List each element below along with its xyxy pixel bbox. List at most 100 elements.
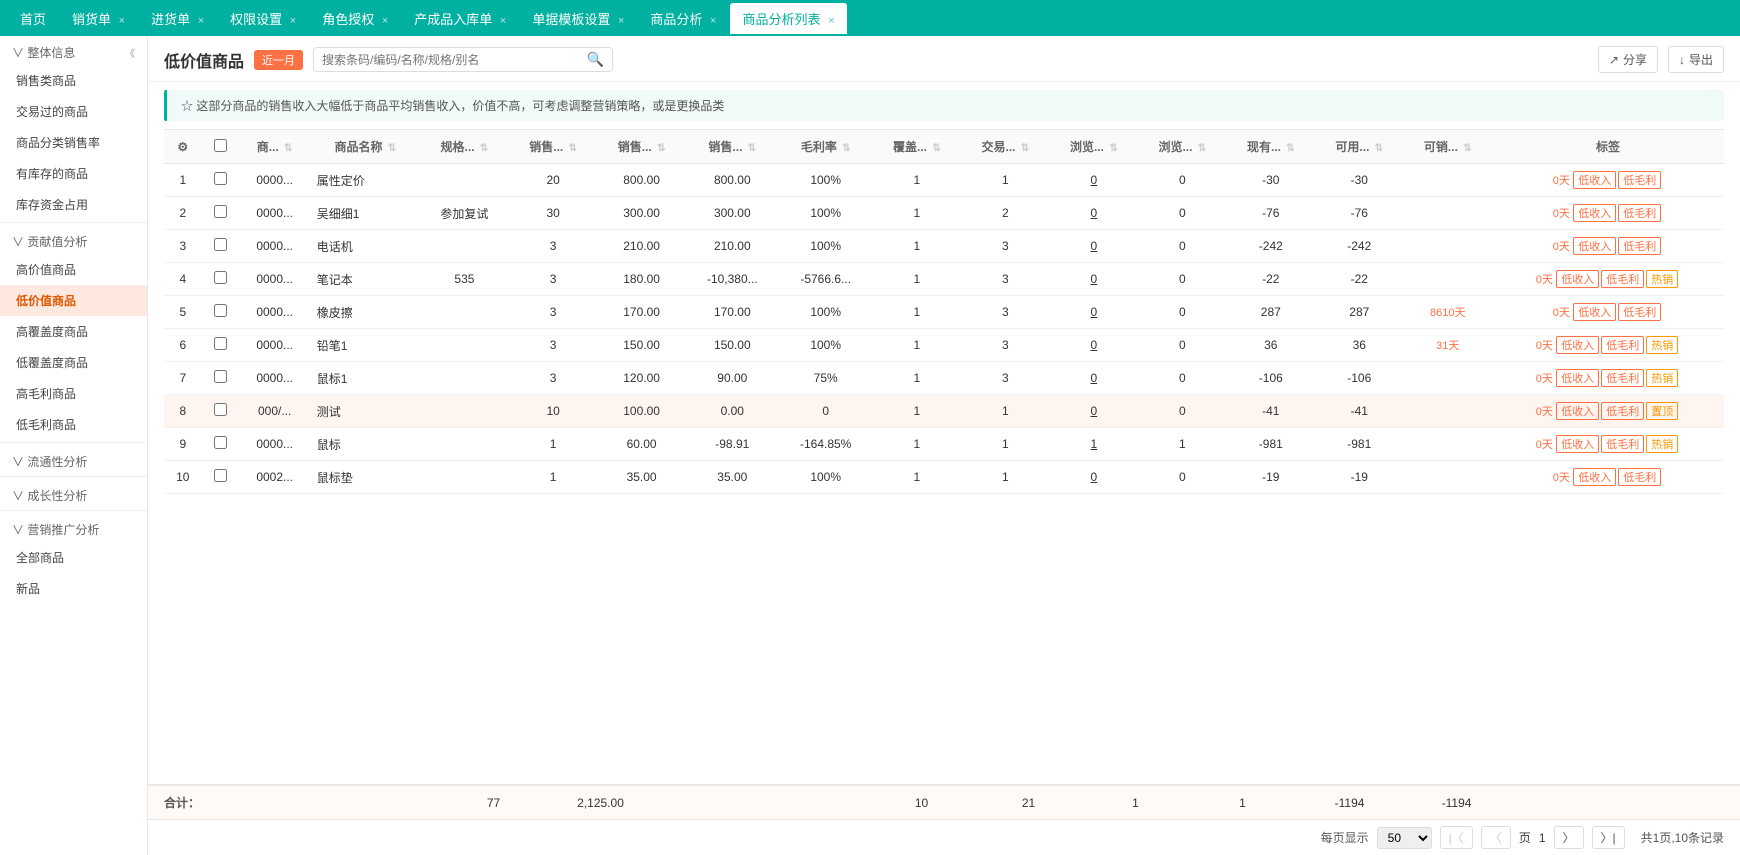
sidebar-item-low-coverage[interactable]: 低覆盖度商品 bbox=[0, 347, 147, 378]
nav-item-analysis[interactable]: 商品分析 × bbox=[638, 3, 728, 34]
sales1-column-header[interactable]: 销售... ⇅ bbox=[509, 130, 597, 164]
row-checkbox-cell[interactable] bbox=[202, 296, 239, 329]
sidebar-item-sales-goods[interactable]: 销售类商品 bbox=[0, 65, 147, 96]
row-checkbox[interactable] bbox=[214, 337, 227, 350]
close-icon[interactable]: × bbox=[290, 15, 296, 27]
first-page-button[interactable]: |〈 bbox=[1440, 826, 1473, 849]
row-coverage: 1 bbox=[873, 395, 961, 428]
close-icon[interactable]: × bbox=[710, 15, 716, 27]
summary-s3 bbox=[654, 796, 761, 810]
row-checkbox[interactable] bbox=[214, 238, 227, 251]
row-checkbox[interactable] bbox=[214, 403, 227, 416]
sidebar-item-in-stock[interactable]: 有库存的商品 bbox=[0, 158, 147, 189]
row-checkbox[interactable] bbox=[214, 205, 227, 218]
row-checkbox[interactable] bbox=[214, 271, 227, 284]
sidebar-item-capital[interactable]: 库存资金占用 bbox=[0, 189, 147, 220]
coverage-column-header[interactable]: 覆盖... ⇅ bbox=[873, 130, 961, 164]
export-button[interactable]: ↓ 导出 bbox=[1668, 46, 1724, 73]
nav-item-home[interactable]: 首页 bbox=[8, 3, 58, 34]
search-icon[interactable]: 🔍 bbox=[587, 51, 604, 68]
sidebar-item-traded[interactable]: 交易过的商品 bbox=[0, 96, 147, 127]
browse2-column-header[interactable]: 浏览... ⇅ bbox=[1138, 130, 1226, 164]
row-checkbox[interactable] bbox=[214, 469, 227, 482]
page-size-select[interactable]: 50 100 200 bbox=[1377, 827, 1432, 849]
prev-page-button[interactable]: 〈 bbox=[1481, 826, 1511, 849]
close-icon[interactable]: × bbox=[828, 15, 834, 27]
browse1-column-header[interactable]: 浏览... ⇅ bbox=[1050, 130, 1138, 164]
row-margin: 0 bbox=[779, 395, 873, 428]
row-browse1[interactable]: 0 bbox=[1050, 230, 1138, 263]
next-page-button[interactable]: 〉 bbox=[1554, 826, 1584, 849]
close-icon[interactable]: × bbox=[119, 15, 125, 27]
row-checkbox-cell[interactable] bbox=[202, 197, 239, 230]
row-checkbox[interactable] bbox=[214, 304, 227, 317]
row-browse1[interactable]: 0 bbox=[1050, 329, 1138, 362]
sidebar-item-category-rate[interactable]: 商品分类销售率 bbox=[0, 127, 147, 158]
collapse-icon[interactable]: 《 bbox=[125, 45, 135, 60]
stock-column-header[interactable]: 现有... ⇅ bbox=[1227, 130, 1315, 164]
time-filter-button[interactable]: 近一月 bbox=[254, 50, 303, 70]
gear-icon[interactable]: ⚙ bbox=[177, 140, 188, 154]
row-checkbox-cell[interactable] bbox=[202, 395, 239, 428]
row-checkbox-cell[interactable] bbox=[202, 461, 239, 494]
sidebar-group-circulation[interactable]: ∨ 流通性分析 bbox=[0, 445, 147, 474]
avail-column-header[interactable]: 可用... ⇅ bbox=[1315, 130, 1403, 164]
table-container[interactable]: ⚙ 商... ⇅ 商品名称 ⇅ 规格... ⇅ 销售... ⇅ 销售... ⇅ … bbox=[148, 129, 1740, 784]
close-icon[interactable]: × bbox=[500, 15, 506, 27]
select-all-checkbox[interactable] bbox=[214, 139, 227, 152]
row-checkbox-cell[interactable] bbox=[202, 329, 239, 362]
row-s3: 170.00 bbox=[686, 296, 779, 329]
spec-column-header[interactable]: 规格... ⇅ bbox=[420, 130, 509, 164]
deals-column-header[interactable]: 交易... ⇅ bbox=[961, 130, 1049, 164]
row-checkbox[interactable] bbox=[214, 436, 227, 449]
sidebar-item-high-margin[interactable]: 高毛利商品 bbox=[0, 378, 147, 409]
row-checkbox-cell[interactable] bbox=[202, 428, 239, 461]
row-browse1[interactable]: 0 bbox=[1050, 362, 1138, 395]
nav-item-permission[interactable]: 权限设置 × bbox=[218, 3, 308, 34]
row-browse1[interactable]: 0 bbox=[1050, 164, 1138, 197]
summary-s1: 77 bbox=[440, 796, 547, 810]
gear-column-header[interactable]: ⚙ bbox=[164, 130, 202, 164]
row-browse1[interactable]: 0 bbox=[1050, 263, 1138, 296]
share-button[interactable]: ↗ 分享 bbox=[1598, 46, 1658, 73]
row-checkbox-cell[interactable] bbox=[202, 362, 239, 395]
row-s2: 210.00 bbox=[597, 230, 685, 263]
row-browse1[interactable]: 1 bbox=[1050, 428, 1138, 461]
sidebar-item-high-value[interactable]: 高价值商品 bbox=[0, 254, 147, 285]
row-checkbox-cell[interactable] bbox=[202, 263, 239, 296]
sidebar-item-new-goods[interactable]: 新品 bbox=[0, 573, 147, 604]
row-checkbox-cell[interactable] bbox=[202, 230, 239, 263]
row-checkbox[interactable] bbox=[214, 370, 227, 383]
close-icon[interactable]: × bbox=[618, 15, 624, 27]
sidebar-item-low-value[interactable]: 低价值商品 bbox=[0, 285, 147, 316]
search-input[interactable] bbox=[322, 53, 587, 67]
sales3-column-header[interactable]: 销售... ⇅ bbox=[686, 130, 779, 164]
nav-item-purchase[interactable]: 进货单 × bbox=[139, 3, 216, 34]
margin-column-header[interactable]: 毛利率 ⇅ bbox=[779, 130, 873, 164]
checkbox-column-header[interactable] bbox=[202, 130, 239, 164]
row-checkbox[interactable] bbox=[214, 172, 227, 185]
sidebar-item-all-goods[interactable]: 全部商品 bbox=[0, 542, 147, 573]
last-page-button[interactable]: 〉| bbox=[1592, 826, 1625, 849]
row-browse1[interactable]: 0 bbox=[1050, 395, 1138, 428]
close-icon[interactable]: × bbox=[198, 15, 204, 27]
close-icon[interactable]: × bbox=[382, 15, 388, 27]
row-browse1[interactable]: 0 bbox=[1050, 197, 1138, 230]
code-column-header[interactable]: 商... ⇅ bbox=[239, 130, 311, 164]
sidebar-group-growth[interactable]: ∨ 成长性分析 bbox=[0, 479, 147, 508]
name-column-header[interactable]: 商品名称 ⇅ bbox=[311, 130, 420, 164]
saleable-column-header[interactable]: 可销... ⇅ bbox=[1404, 130, 1492, 164]
nav-item-role[interactable]: 角色授权 × bbox=[310, 3, 400, 34]
sales2-column-header[interactable]: 销售... ⇅ bbox=[597, 130, 685, 164]
table-row: 2 0000... 吴细细1 参加复试 30 300.00 300.00 100… bbox=[164, 197, 1724, 230]
sidebar-item-high-coverage[interactable]: 高覆盖度商品 bbox=[0, 316, 147, 347]
nav-item-product[interactable]: 产成品入库单 × bbox=[402, 3, 518, 34]
summary-saleable bbox=[1510, 796, 1617, 810]
nav-item-template[interactable]: 单据模板设置 × bbox=[520, 3, 636, 34]
sidebar-item-low-margin[interactable]: 低毛利商品 bbox=[0, 409, 147, 440]
row-browse1[interactable]: 0 bbox=[1050, 296, 1138, 329]
nav-item-analysis-list[interactable]: 商品分析列表 × bbox=[730, 3, 846, 34]
row-checkbox-cell[interactable] bbox=[202, 164, 239, 197]
nav-item-sales[interactable]: 销货单 × bbox=[60, 3, 137, 34]
row-browse1[interactable]: 0 bbox=[1050, 461, 1138, 494]
